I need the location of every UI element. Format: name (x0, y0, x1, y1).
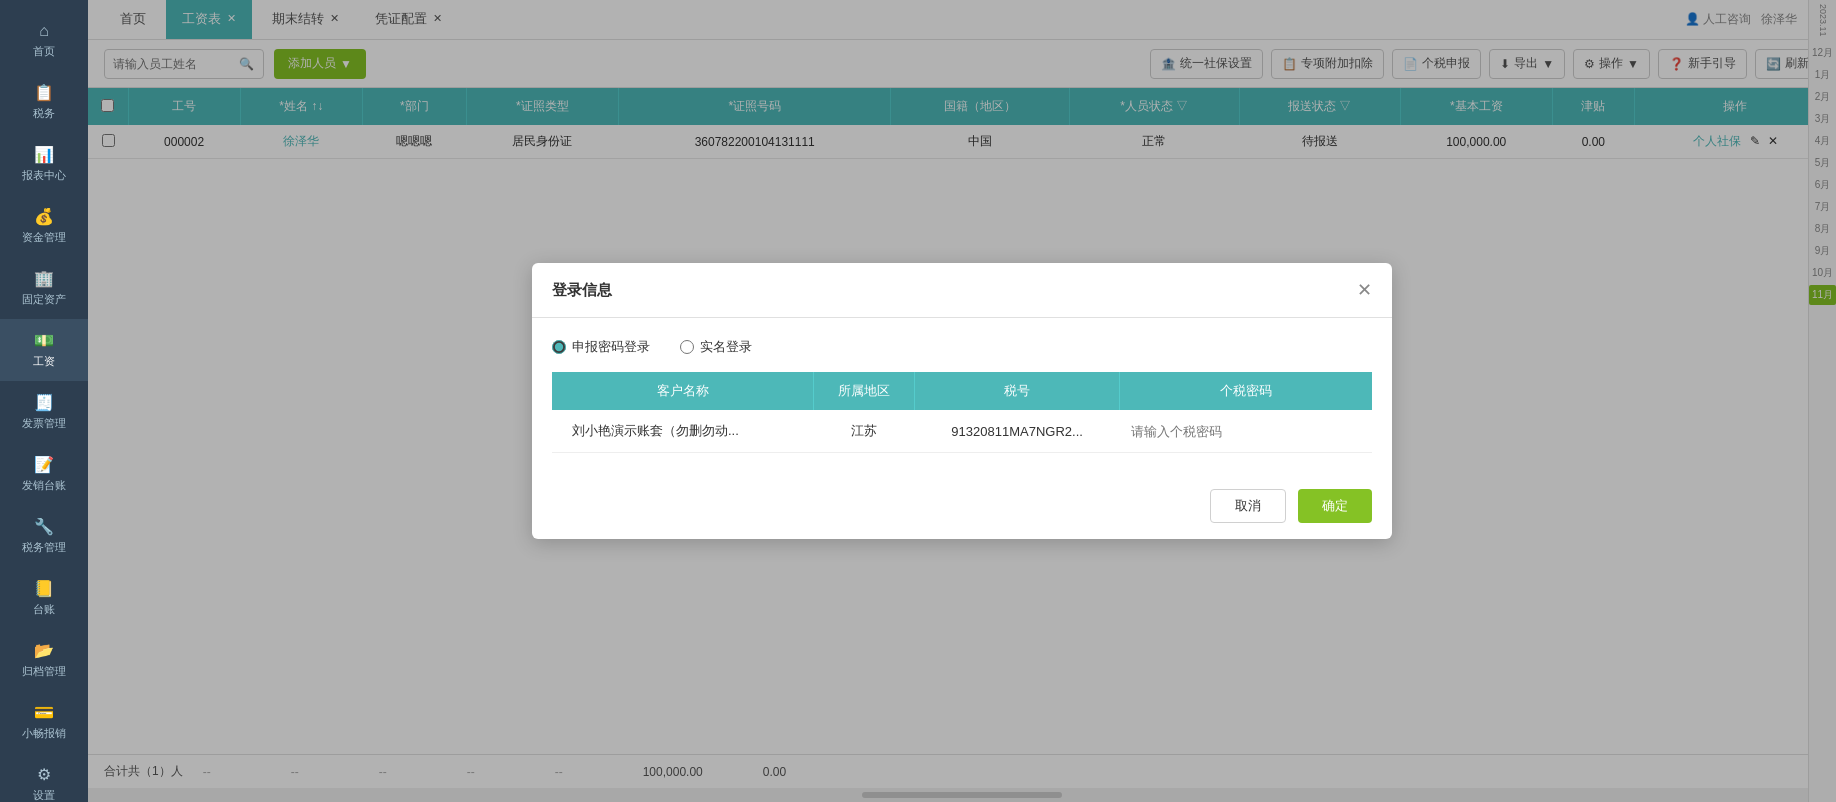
modal-table-row: 刘小艳演示账套（勿删勿动... 江苏 91320811MA7NGR2... (552, 410, 1372, 453)
sidebar-item-label: 税务管理 (22, 540, 66, 555)
sidebar-item-label: 首页 (33, 44, 55, 59)
funds-icon: 💰 (34, 207, 54, 226)
sidebar-item-label: 发票管理 (22, 416, 66, 431)
individual-tax-password-input[interactable] (1131, 424, 1360, 439)
modal-close-btn[interactable]: ✕ (1357, 279, 1372, 301)
sidebar-item-reports[interactable]: 📊 报表中心 (0, 133, 88, 195)
ledger-icon: 📝 (34, 455, 54, 474)
sidebar-item-settings[interactable]: ⚙ 设置 (0, 753, 88, 802)
sidebar-item-funds[interactable]: 💰 资金管理 (0, 195, 88, 257)
modal-col-taxno: 税号 (915, 372, 1120, 410)
sidebar-item-salary[interactable]: 💵 工资 (0, 319, 88, 381)
modal-overlay: 登录信息 ✕ 申报密码登录 实名登录 (88, 0, 1836, 802)
assets-icon: 🏢 (34, 269, 54, 288)
modal-header: 登录信息 ✕ (532, 263, 1392, 318)
expense-icon: 💳 (34, 703, 54, 722)
modal-tax-no: 91320811MA7NGR2... (915, 410, 1120, 453)
sidebar-item-tax-mgmt[interactable]: 🔧 税务管理 (0, 505, 88, 567)
cancel-button[interactable]: 取消 (1210, 489, 1286, 523)
modal-col-client: 客户名称 (552, 372, 814, 410)
sidebar-item-label: 小畅报销 (22, 726, 66, 741)
modal-title: 登录信息 (552, 281, 612, 300)
sidebar-item-label: 归档管理 (22, 664, 66, 679)
account-ledger-icon: 📒 (34, 579, 54, 598)
settings-icon: ⚙ (37, 765, 51, 784)
sidebar-item-label: 工资 (33, 354, 55, 369)
invoice-icon: 🧾 (34, 393, 54, 412)
sidebar-item-label: 报表中心 (22, 168, 66, 183)
sidebar-item-archive[interactable]: 📂 归档管理 (0, 629, 88, 691)
radio-password-label: 申报密码登录 (572, 338, 650, 356)
confirm-button[interactable]: 确定 (1298, 489, 1372, 523)
sidebar-item-invoice[interactable]: 🧾 发票管理 (0, 381, 88, 443)
reports-icon: 📊 (34, 145, 54, 164)
sidebar-item-label: 台账 (33, 602, 55, 617)
sidebar-item-expense[interactable]: 💳 小畅报销 (0, 691, 88, 753)
salary-icon: 💵 (34, 331, 54, 350)
modal-region: 江苏 (814, 410, 915, 453)
radio-realname-login[interactable]: 实名登录 (680, 338, 752, 356)
modal-col-region: 所属地区 (814, 372, 915, 410)
sidebar-item-assets[interactable]: 🏢 固定资产 (0, 257, 88, 319)
sidebar-item-tax[interactable]: 📋 税务 (0, 71, 88, 133)
home-icon: ⌂ (39, 22, 49, 40)
modal-col-password: 个税密码 (1119, 372, 1372, 410)
sidebar-item-label: 发销台账 (22, 478, 66, 493)
main-content: 首页 工资表 ✕ 期末结转 ✕ 凭证配置 ✕ 👤 人工咨询 徐泽华 ✕ (88, 0, 1836, 802)
radio-password-input[interactable] (552, 340, 566, 354)
sidebar-item-ledger[interactable]: 📝 发销台账 (0, 443, 88, 505)
sidebar-item-label: 设置 (33, 788, 55, 802)
modal-client-name: 刘小艳演示账套（勿删勿动... (552, 410, 814, 453)
radio-password-login[interactable]: 申报密码登录 (552, 338, 650, 356)
login-type-radio-group: 申报密码登录 实名登录 (552, 338, 1372, 356)
tax-icon: 📋 (34, 83, 54, 102)
sidebar-item-label: 税务 (33, 106, 55, 121)
radio-realname-input[interactable] (680, 340, 694, 354)
sidebar-item-label: 资金管理 (22, 230, 66, 245)
sidebar-item-home[interactable]: ⌂ 首页 (0, 10, 88, 71)
modal-table-header: 客户名称 所属地区 税号 个税密码 (552, 372, 1372, 410)
sidebar-item-label: 固定资产 (22, 292, 66, 307)
sidebar: ⌂ 首页 📋 税务 📊 报表中心 💰 资金管理 🏢 固定资产 💵 工资 🧾 发票… (0, 0, 88, 802)
modal-client-table: 客户名称 所属地区 税号 个税密码 刘小艳演示账套（勿删勿动... 江苏 913… (552, 372, 1372, 453)
radio-realname-label: 实名登录 (700, 338, 752, 356)
archive-icon: 📂 (34, 641, 54, 660)
modal-password-input-cell[interactable] (1119, 410, 1372, 453)
tax-mgmt-icon: 🔧 (34, 517, 54, 536)
modal-footer: 取消 确定 (532, 473, 1392, 539)
modal-body: 申报密码登录 实名登录 客户名称 所属地区 税号 (532, 318, 1392, 473)
login-info-modal: 登录信息 ✕ 申报密码登录 实名登录 (532, 263, 1392, 539)
sidebar-item-account-ledger[interactable]: 📒 台账 (0, 567, 88, 629)
